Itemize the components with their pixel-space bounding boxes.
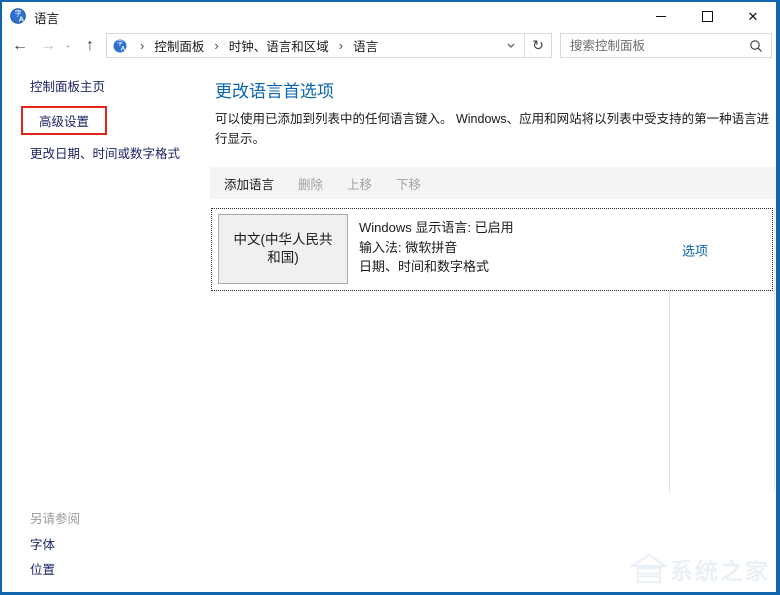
page-title: 更改语言首选项 [215, 82, 334, 101]
breadcrumb: › 控制面板 › 时钟、语言和区域 › 语言 [132, 36, 498, 55]
sidebar-item-control-panel-home[interactable]: 控制面板主页 [30, 76, 105, 95]
address-dropdown-button[interactable] [498, 34, 524, 57]
chevron-down-icon [507, 43, 515, 48]
language-control-panel-window: 字 A 语言 ✕ ← → ↑ 字 A › 控制面板 › 时钟、语言和区域 › 语… [0, 0, 780, 595]
watermark: 系统之家 [630, 552, 770, 586]
page-description: 可以使用已添加到列表中的任何语言键入。 Windows、应用和网站将以列表中受支… [215, 112, 770, 146]
breadcrumb-language[interactable]: 语言 [351, 36, 380, 55]
breadcrumb-separator: › [338, 38, 344, 53]
language-details: Windows 显示语言: 已启用 输入法: 微软拼音 日期、时间和数字格式 [359, 218, 514, 277]
minimize-icon [656, 15, 666, 17]
title-bar: 字 A 语言 ✕ [2, 2, 776, 30]
language-name-tile[interactable]: 中文(中华人民共和国) [218, 214, 348, 284]
close-icon: ✕ [747, 8, 759, 24]
magnifier-icon[interactable] [749, 39, 763, 53]
breadcrumb-separator: › [140, 38, 145, 53]
house-icon [630, 553, 668, 584]
up-button[interactable]: ↑ [78, 34, 102, 58]
language-name: 中文(中华人民共和国) [233, 232, 333, 265]
navigation-bar: ← → ↑ 字 A › 控制面板 › 时钟、语言和区域 › 语言 ↻ [2, 30, 776, 63]
search-box [560, 33, 772, 58]
advanced-settings-highlight-box: 高级设置 [21, 106, 107, 135]
sidebar-item-location[interactable]: 位置 [30, 559, 55, 578]
language-toolbar: 添加语言 删除 上移 下移 [210, 167, 776, 199]
maximize-icon [701, 10, 713, 22]
watermark-text: 系统之家 [670, 558, 770, 584]
move-down-button: 下移 [396, 174, 421, 193]
detail-display-language: Windows 显示语言: 已启用 [359, 220, 514, 235]
remove-language-button: 删除 [298, 174, 323, 193]
recent-pages-chevron-icon[interactable] [60, 34, 76, 58]
back-button[interactable]: ← [8, 34, 32, 58]
maximize-button[interactable] [684, 2, 730, 30]
list-right-edge [774, 208, 775, 493]
language-list: 中文(中华人民共和国) Windows 显示语言: 已启用 输入法: 微软拼音 … [210, 200, 776, 493]
forward-button[interactable]: → [36, 34, 60, 58]
window-title: 语言 [34, 12, 60, 26]
detail-date-time-number-format: 日期、时间和数字格式 [359, 259, 490, 274]
add-language-button[interactable]: 添加语言 [224, 174, 274, 193]
sidebar-item-change-date-time-number-formats[interactable]: 更改日期、时间或数字格式 [30, 143, 180, 162]
language-globe-icon: 字 A [113, 39, 127, 52]
breadcrumb-clock-language-region[interactable]: 时钟、语言和区域 [227, 36, 331, 55]
refresh-arrow-icon: ↻ [532, 37, 544, 53]
sidebar-item-fonts[interactable]: 字体 [30, 534, 55, 553]
close-button[interactable]: ✕ [730, 2, 776, 30]
breadcrumb-separator: › [214, 38, 219, 53]
svg-text:A: A [19, 14, 25, 23]
move-up-button: 上移 [347, 174, 372, 193]
address-bar[interactable]: 字 A › 控制面板 › 时钟、语言和区域 › 语言 ↻ [106, 33, 552, 58]
detail-input-method: 输入法: 微软拼音 [359, 239, 458, 255]
refresh-button[interactable]: ↻ [524, 34, 551, 57]
sidebar-item-advanced-settings[interactable]: 高级设置 [39, 111, 89, 130]
window-controls: ✕ [638, 2, 776, 30]
search-input[interactable] [561, 38, 749, 53]
svg-text:A: A [121, 45, 126, 52]
language-list-item-chinese[interactable]: 中文(中华人民共和国) Windows 显示语言: 已启用 输入法: 微软拼音 … [211, 208, 773, 291]
see-also-header: 另请参阅 [30, 512, 81, 526]
breadcrumb-control-panel[interactable]: 控制面板 [152, 36, 206, 55]
content-area: 控制面板主页 高级设置 更改日期、时间或数字格式 另请参阅 字体 位置 更改语言… [2, 62, 776, 592]
language-globe-icon: 字 A [10, 8, 26, 24]
minimize-button[interactable] [638, 2, 684, 30]
options-link[interactable]: 选项 [682, 240, 708, 259]
